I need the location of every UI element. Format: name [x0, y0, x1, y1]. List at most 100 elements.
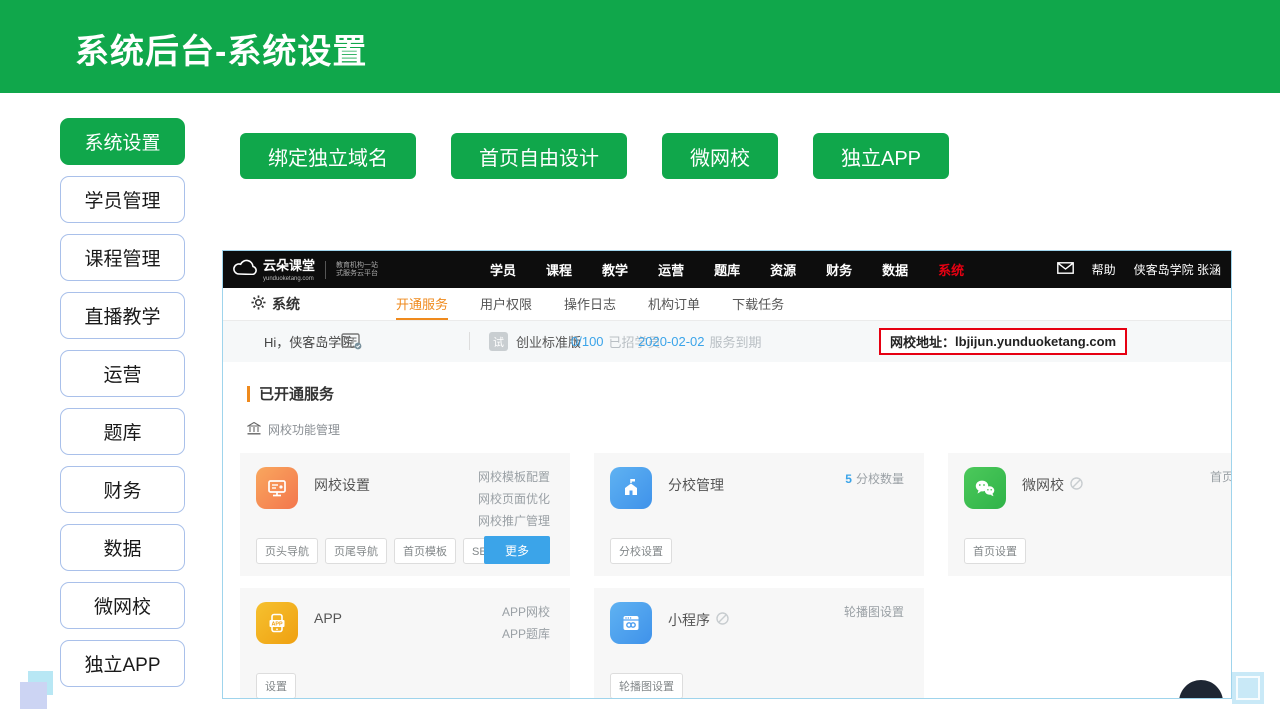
id-card-icon[interactable] [341, 321, 363, 362]
card-title: 网校设置 [314, 475, 370, 495]
disabled-icon [716, 612, 729, 628]
tab-org-orders[interactable]: 机构订单 [648, 288, 700, 320]
card-title: 微网校 [1022, 475, 1083, 495]
logo[interactable]: 云朵课堂 yunduoketang.com 教育机构一站 式服务云平台 [223, 257, 378, 282]
card-title: 小程序 [668, 610, 729, 630]
wechat-school-button[interactable]: 微网校 [662, 133, 778, 179]
decor-square-violet [20, 682, 47, 709]
school-settings-icon [256, 467, 298, 509]
app-icon: APP [256, 602, 298, 644]
tab-download-tasks[interactable]: 下载任务 [732, 288, 784, 320]
more-button[interactable]: 更多 [484, 536, 550, 564]
decor-square-bottom-right [1232, 672, 1264, 704]
logo-tagline: 教育机构一站 式服务云平台 [336, 262, 378, 278]
page-title: 系统后台-系统设置 [75, 24, 367, 73]
school-url-highlight[interactable]: 网校地址：lbjijun.yunduoketang.com [879, 328, 1127, 355]
mail-icon[interactable] [1057, 262, 1074, 277]
tag-footer-nav[interactable]: 页尾导航 [325, 538, 387, 564]
link-carousel-settings[interactable]: 轮播图设置 [844, 601, 904, 623]
account-infobar: Hi，侠客岛学院 试 创业标准版 0/100 已招学员 2020-02-02 服… [223, 321, 1231, 362]
tag-header-nav[interactable]: 页头导航 [256, 538, 318, 564]
sidebar-item-standalone-app[interactable]: 独立APP [60, 640, 185, 687]
svg-text:APP: APP [271, 621, 282, 627]
nav-item-finance[interactable]: 财务 [826, 260, 852, 279]
tag-home-template[interactable]: 首页模板 [394, 538, 456, 564]
tag-homepage-settings[interactable]: 首页设置 [964, 538, 1026, 564]
miniprogram-icon [610, 602, 652, 644]
sidebar-item-wechat-school[interactable]: 微网校 [60, 582, 185, 629]
link-homepage-settings[interactable]: 首页设置 [1210, 466, 1232, 488]
wechat-school-icon [964, 467, 1006, 509]
section-header: 已开通服务 [247, 383, 1231, 404]
tab-operation-logs[interactable]: 操作日志 [564, 288, 616, 320]
card-wechat-school: 微网校 首页设置 首页设置 [948, 453, 1232, 576]
sub-navbar: 系统 开通服务 用户权限 操作日志 机构订单 下载任务 [223, 288, 1231, 321]
decor-square-inner [1236, 676, 1260, 700]
branch-management-icon [610, 467, 652, 509]
cloud-logo-icon [233, 259, 257, 280]
bind-domain-button[interactable]: 绑定独立域名 [240, 133, 416, 179]
homepage-design-button[interactable]: 首页自由设计 [451, 133, 627, 179]
logo-domain: yunduoketang.com [263, 276, 315, 282]
nav-item-students[interactable]: 学员 [490, 260, 516, 279]
card-tags: 设置 [256, 673, 296, 699]
sidebar-item-data[interactable]: 数据 [60, 524, 185, 571]
nav-menu: 学员 课程 教学 运营 题库 资源 财务 数据 系统 [490, 260, 964, 279]
tag-settings[interactable]: 设置 [256, 673, 296, 699]
nav-item-resources[interactable]: 资源 [770, 260, 796, 279]
module-label: 系统 [251, 288, 300, 320]
link-template-config[interactable]: 网校模板配置 [478, 466, 550, 488]
nav-item-courses[interactable]: 课程 [546, 260, 572, 279]
card-links: APP网校 APP题库 [502, 601, 550, 645]
help-link[interactable]: 帮助 [1092, 261, 1116, 278]
nav-item-teaching[interactable]: 教学 [602, 260, 628, 279]
nav-right: 帮助 侠客岛学院 张涵 [1057, 261, 1231, 278]
nav-item-operations[interactable]: 运营 [658, 260, 684, 279]
logo-name: 云朵课堂 [263, 258, 315, 273]
nav-item-system[interactable]: 系统 [938, 260, 964, 279]
tab-user-permissions[interactable]: 用户权限 [480, 288, 532, 320]
card-branch-management: 分校管理 5分校数量 分校设置 [594, 453, 924, 576]
group-title: 网校功能管理 [268, 421, 340, 438]
page-banner: 系统后台-系统设置 [0, 0, 1280, 93]
sidebar-item-finance[interactable]: 财务 [60, 466, 185, 513]
sidebar-item-live-teaching[interactable]: 直播教学 [60, 292, 185, 339]
sidebar-item-question-bank[interactable]: 题库 [60, 408, 185, 455]
bank-icon [247, 422, 261, 438]
card-title: 分校管理 [668, 475, 724, 495]
link-promotion-management[interactable]: 网校推广管理 [478, 510, 550, 532]
tab-opened-services[interactable]: 开通服务 [396, 288, 448, 320]
branch-count: 5分校数量 [845, 470, 904, 487]
card-miniprogram: 小程序 轮播图设置 轮播图设置 [594, 588, 924, 699]
trial-badge: 试 [489, 332, 508, 351]
top-navbar: 云朵课堂 yunduoketang.com 教育机构一站 式服务云平台 学员 课… [223, 251, 1231, 288]
logo-divider [325, 261, 326, 279]
infobar-divider [469, 332, 470, 350]
link-page-optimization[interactable]: 网校页面优化 [478, 488, 550, 510]
tag-branch-settings[interactable]: 分校设置 [610, 538, 672, 564]
link-app-school[interactable]: APP网校 [502, 601, 550, 623]
card-title: APP [314, 610, 342, 626]
sidebar-item-student-management[interactable]: 学员管理 [60, 176, 185, 223]
sidebar-item-system-settings[interactable]: 系统设置 [60, 118, 185, 165]
tabs: 开通服务 用户权限 操作日志 机构订单 下载任务 [396, 288, 784, 320]
card-tags: 分校设置 [610, 538, 672, 564]
section-accent-bar [247, 386, 250, 402]
tag-carousel-settings[interactable]: 轮播图设置 [610, 673, 683, 699]
card-links: 网校模板配置 网校页面优化 网校推广管理 [478, 466, 550, 532]
card-school-settings: 网校设置 网校模板配置 网校页面优化 网校推广管理 页头导航 页尾导航 首页模板… [240, 453, 570, 576]
card-app: APP APP APP网校 APP题库 设置 [240, 588, 570, 699]
standalone-app-button[interactable]: 独立APP [813, 133, 949, 179]
feature-buttons: 绑定独立域名 首页自由设计 微网校 独立APP [240, 133, 949, 179]
account-name[interactable]: 侠客岛学院 张涵 [1134, 261, 1221, 278]
group-header: 网校功能管理 [247, 421, 1231, 438]
card-links: 首页设置 [1210, 466, 1232, 488]
nav-item-data[interactable]: 数据 [882, 260, 908, 279]
service-expiry: 2020-02-02 服务到期 [638, 321, 762, 362]
admin-screenshot: 云朵课堂 yunduoketang.com 教育机构一站 式服务云平台 学员 课… [222, 250, 1232, 699]
link-app-question-bank[interactable]: APP题库 [502, 623, 550, 645]
sidebar-item-course-management[interactable]: 课程管理 [60, 234, 185, 281]
nav-item-question-bank[interactable]: 题库 [714, 260, 740, 279]
gear-icon [251, 295, 266, 313]
sidebar-item-operations[interactable]: 运营 [60, 350, 185, 397]
